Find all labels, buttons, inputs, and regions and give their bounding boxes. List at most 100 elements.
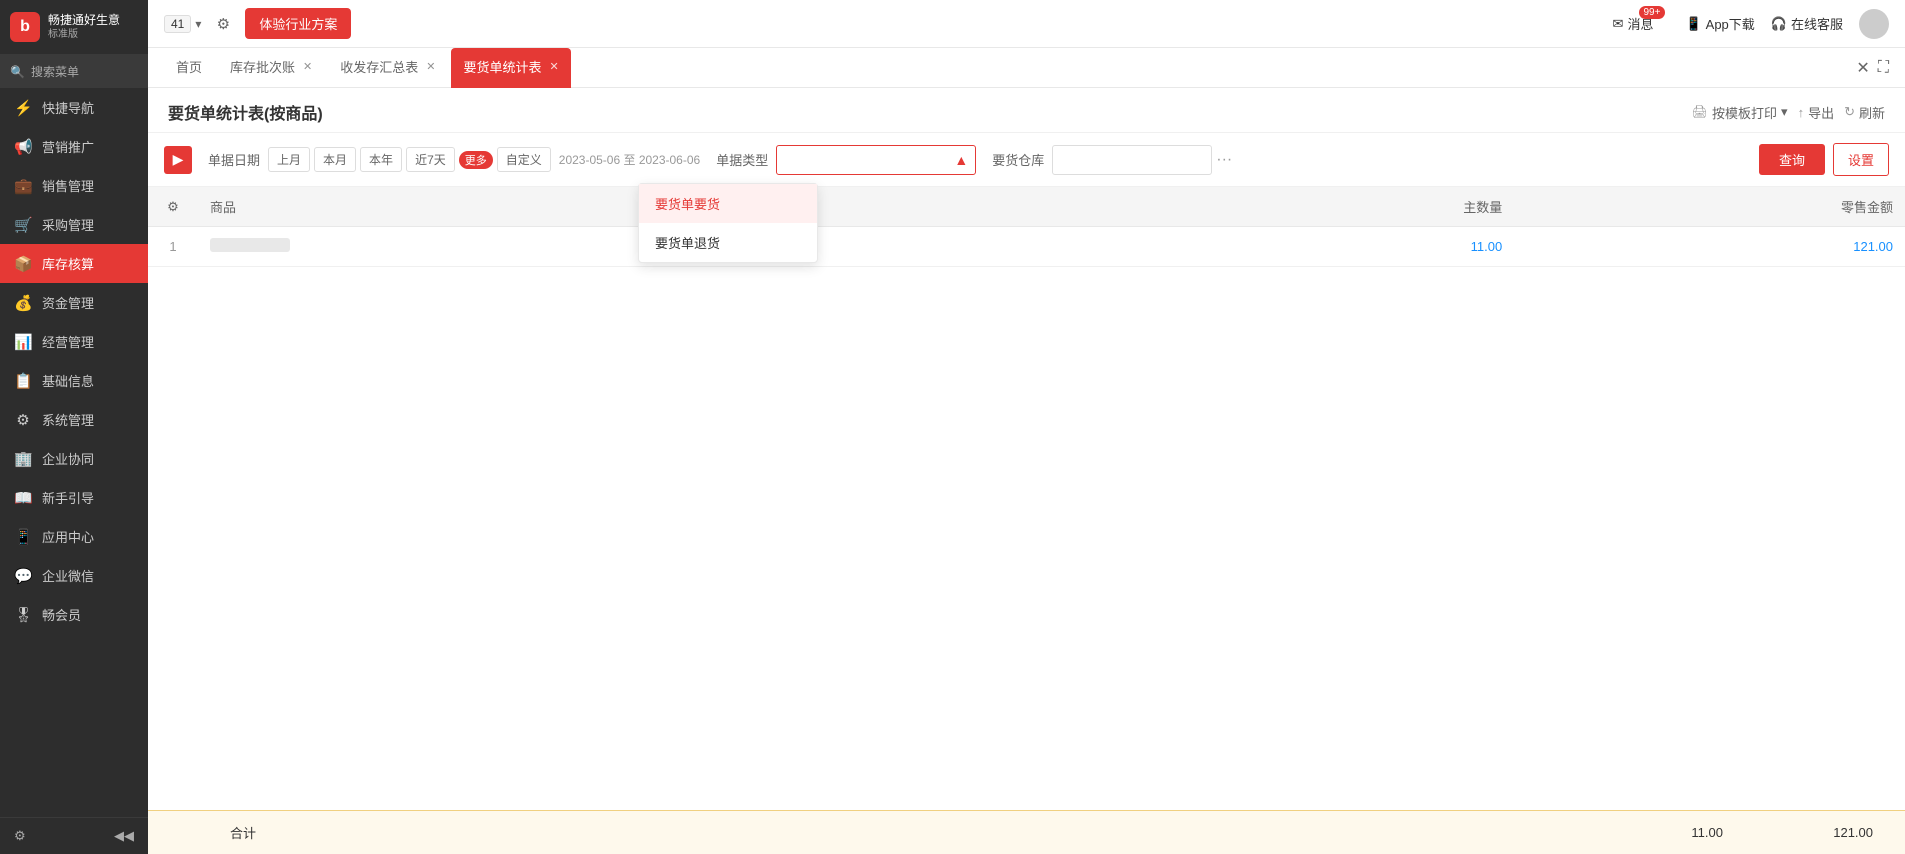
- more-date-options-badge[interactable]: 更多: [459, 151, 493, 169]
- sidebar-item-purchase[interactable]: 🛒 采购管理: [0, 205, 148, 244]
- sidebar-item-finance[interactable]: 💰 资金管理: [0, 283, 148, 322]
- this-year-button[interactable]: 本年: [360, 147, 402, 172]
- sidebar-item-quick-nav[interactable]: ⚡ 快捷导航: [0, 88, 148, 127]
- sidebar-item-sales[interactable]: 💼 销售管理: [0, 166, 148, 205]
- sidebar-item-inventory[interactable]: 📦 库存核算: [0, 244, 148, 283]
- warehouse-filter-label: 要货仓库: [992, 150, 1044, 169]
- sidebar-item-label: 系统管理: [42, 410, 94, 429]
- sidebar-item-basic[interactable]: 📋 基础信息: [0, 361, 148, 400]
- table-row: 1 块 11.00 121.00: [148, 227, 1905, 267]
- tab-receivables-summary[interactable]: 收发存汇总表 ✕: [328, 48, 447, 88]
- tab-inventory-batch[interactable]: 库存批次账 ✕: [218, 48, 324, 88]
- topbar-right: ✉ 消息 99+ 📱 App下载 🎧 在线客服: [1613, 9, 1889, 39]
- app-name: 畅捷通好生意: [48, 13, 120, 29]
- date-filter-label: 单据日期: [208, 150, 260, 169]
- sidebar-item-guide[interactable]: 📖 新手引导: [0, 478, 148, 517]
- tab-home-label: 首页: [176, 57, 202, 76]
- footer-quantity: 11.00: [1585, 825, 1735, 840]
- tabbar-actions: ✕ ⛶: [1856, 58, 1889, 78]
- sidebar-settings-icon[interactable]: ⚙: [14, 828, 26, 844]
- this-month-button[interactable]: 本月: [314, 147, 356, 172]
- app-download-button[interactable]: 📱 App下载: [1685, 14, 1754, 33]
- sidebar-item-label: 采购管理: [42, 215, 94, 234]
- search-icon: 🔍: [10, 65, 25, 79]
- type-select-wrapper: ▲: [776, 145, 976, 175]
- close-all-tabs-button[interactable]: ✕: [1856, 58, 1869, 78]
- close-tab-order[interactable]: ✕: [550, 60, 559, 73]
- page-title: 要货单统计表(按商品): [168, 100, 323, 124]
- last-7-days-button[interactable]: 近7天: [406, 147, 455, 172]
- type-input[interactable]: [776, 145, 976, 175]
- purchase-icon: 🛒: [14, 216, 32, 234]
- warehouse-input[interactable]: [1052, 145, 1212, 175]
- sales-icon: 💼: [14, 177, 32, 195]
- last-month-button[interactable]: 上月: [268, 147, 310, 172]
- online-service-button[interactable]: 🎧 在线客服: [1771, 14, 1843, 33]
- search-label: 搜索菜单: [31, 63, 79, 80]
- filter-warehouse-group: 要货仓库 ···: [992, 145, 1232, 175]
- sidebar-item-marketing[interactable]: 📢 营销推广: [0, 127, 148, 166]
- user-avatar[interactable]: [1859, 9, 1889, 39]
- messages-button[interactable]: ✉ 消息 99+: [1613, 14, 1654, 33]
- sidebar-logo: b 畅捷通好生意 标准版: [0, 0, 148, 55]
- sidebar-nav: ⚡ 快捷导航 📢 营销推广 💼 销售管理 🛒 采购管理 📦 库存核算 💰 资金管…: [0, 88, 148, 817]
- trial-button[interactable]: 体验行业方案: [245, 8, 351, 39]
- wechat-icon: 💬: [14, 567, 32, 585]
- refresh-button[interactable]: ↻ 刷新: [1844, 103, 1885, 122]
- logo-text: 畅捷通好生意 标准版: [48, 13, 120, 42]
- dropdown-arrow-icon: ▾: [195, 17, 201, 31]
- print-dropdown-icon[interactable]: ▾: [1781, 104, 1788, 120]
- search-menu-item[interactable]: 🔍 搜索菜单: [0, 55, 148, 88]
- filter-expand-button[interactable]: ▶: [164, 146, 192, 174]
- dropdown-item-return[interactable]: 要货单退货: [639, 223, 817, 262]
- quick-nav-icon: ⚡: [14, 99, 32, 117]
- data-table: ⚙ 商品 主计量单位 主数量 零售金额 1 块 11.00: [148, 187, 1905, 267]
- row-index: 1: [148, 227, 198, 267]
- query-button[interactable]: 查询: [1759, 144, 1825, 175]
- date-range-display: 2023-05-06 至 2023-06-06: [559, 151, 700, 168]
- dropdown-item-order[interactable]: 要货单要货: [639, 184, 817, 223]
- sidebar-collapse-button[interactable]: ◀◀: [114, 828, 134, 844]
- company-selector[interactable]: 41 ▾: [164, 15, 201, 33]
- filter-bar: ▶ 单据日期 上月 本月 本年 近7天 更多 自定义 2023-05-06 至 …: [148, 133, 1905, 187]
- print-icon: 🖨: [1692, 104, 1709, 120]
- marketing-icon: 📢: [14, 138, 32, 156]
- enterprise-icon: 🏢: [14, 450, 32, 468]
- sidebar-item-label: 资金管理: [42, 293, 94, 312]
- maximize-button[interactable]: ⛶: [1878, 59, 1889, 77]
- sidebar-item-member[interactable]: 🎖 畅会员: [0, 595, 148, 634]
- warehouse-more-icon[interactable]: ···: [1216, 151, 1232, 169]
- sidebar-item-operation[interactable]: 📊 经营管理: [0, 322, 148, 361]
- inventory-icon: 📦: [14, 255, 32, 273]
- sidebar-item-label: 营销推广: [42, 137, 94, 156]
- sidebar-item-enterprise[interactable]: 🏢 企业协同: [0, 439, 148, 478]
- filter-settings-button[interactable]: 设置: [1833, 143, 1889, 176]
- custom-date-button[interactable]: 自定义: [497, 147, 551, 172]
- export-label: 导出: [1808, 103, 1834, 122]
- export-button[interactable]: ↑ 导出: [1798, 103, 1835, 122]
- col-settings[interactable]: ⚙: [148, 187, 198, 227]
- page-header-actions: 🖨 按模板打印 ▾ ↑ 导出 ↻ 刷新: [1692, 103, 1886, 122]
- tab-order-summary[interactable]: 要货单统计表 ✕: [451, 48, 570, 88]
- basic-icon: 📋: [14, 372, 32, 390]
- tab-home[interactable]: 首页: [164, 48, 214, 88]
- sidebar-item-wechat[interactable]: 💬 企业微信: [0, 556, 148, 595]
- print-button[interactable]: 🖨 按模板打印 ▾: [1692, 103, 1788, 122]
- logo-icon: b: [10, 12, 40, 42]
- close-tab-receivables[interactable]: ✕: [426, 60, 435, 73]
- app-download-label: App下载: [1706, 14, 1755, 33]
- footer-amount: 121.00: [1735, 825, 1885, 840]
- messages-badge: 99+: [1639, 6, 1666, 19]
- app-download-icon: 📱: [1685, 16, 1701, 32]
- warehouse-input-wrapper: ···: [1052, 145, 1232, 175]
- close-tab-inventory-batch[interactable]: ✕: [303, 60, 312, 73]
- sidebar-bottom: ⚙ ◀◀: [0, 817, 148, 854]
- sidebar-item-system[interactable]: ⚙ 系统管理: [0, 400, 148, 439]
- tab-order-label: 要货单统计表: [463, 57, 541, 76]
- topbar-settings-button[interactable]: ⚙: [209, 10, 237, 38]
- col-amount: 零售金额: [1514, 187, 1905, 227]
- appstore-icon: 📱: [14, 528, 32, 546]
- filter-action-buttons: 查询 设置: [1759, 143, 1889, 176]
- sidebar-item-appstore[interactable]: 📱 应用中心: [0, 517, 148, 556]
- sidebar-item-label: 快捷导航: [42, 98, 94, 117]
